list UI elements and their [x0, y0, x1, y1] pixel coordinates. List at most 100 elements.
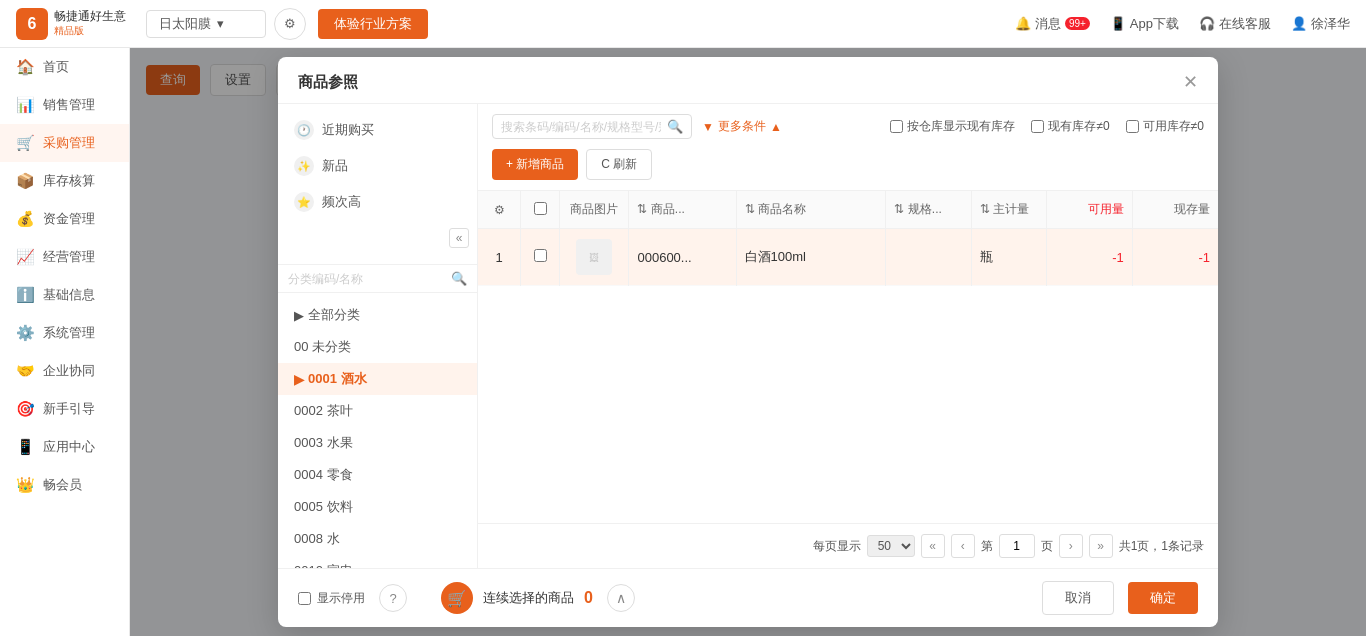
row-img: 🖼: [559, 229, 629, 286]
first-page-button[interactable]: «: [921, 534, 945, 558]
refresh-button[interactable]: C 刷新: [586, 149, 652, 180]
toolbar-right-btns: + 新增商品 C 刷新: [492, 149, 652, 180]
gear-button[interactable]: ⚙: [274, 8, 306, 40]
checkbox-warehouse[interactable]: 按仓库显示现有库存: [890, 118, 1015, 135]
inventory-icon: 📦: [16, 172, 35, 190]
more-filter-button[interactable]: ▼ 更多条件 ▲: [702, 118, 782, 135]
sidebar-item-guide[interactable]: 🎯 新手引导: [0, 390, 129, 428]
category-item-00[interactable]: 00 未分类: [278, 331, 477, 363]
sort-icon: ⇅: [745, 202, 755, 216]
category-item-all[interactable]: ▶ 全部分类: [278, 299, 477, 331]
messages-button[interactable]: 🔔 消息 99+: [1015, 15, 1090, 33]
category-item-0010[interactable]: 0010 家电: [278, 555, 477, 568]
trial-button[interactable]: 体验行业方案: [318, 9, 428, 39]
logo: 6 畅捷通好生意 精品版: [16, 8, 146, 40]
category-search-input[interactable]: [288, 272, 445, 286]
user-avatar[interactable]: 👤 徐泽华: [1291, 15, 1350, 33]
select-all-checkbox[interactable]: [534, 202, 547, 215]
modal-close-button[interactable]: ✕: [1183, 71, 1198, 93]
new-products-icon: ✨: [294, 156, 314, 176]
category-item-0001[interactable]: ▶ 0001 酒水: [278, 363, 477, 395]
product-image: 🖼: [576, 239, 612, 275]
category-item-0002[interactable]: 0002 茶叶: [278, 395, 477, 427]
sidebar-item-member[interactable]: 👑 畅会员: [0, 466, 129, 504]
col-header-available: 可用量: [1047, 191, 1133, 229]
next-page-button[interactable]: ›: [1059, 534, 1083, 558]
row-code: 000600...: [629, 229, 736, 286]
sidebar-item-system[interactable]: ⚙️ 系统管理: [0, 314, 129, 352]
recent-purchase-icon: 🕐: [294, 120, 314, 140]
chevron-down-icon: ▾: [217, 16, 224, 31]
sidebar-item-purchase[interactable]: 🛒 采购管理: [0, 124, 129, 162]
category-item-0008[interactable]: 0008 水: [278, 523, 477, 555]
col-header-unit[interactable]: ⇅ 主计量: [972, 191, 1047, 229]
collapse-left-button[interactable]: «: [449, 228, 469, 248]
app-download-button[interactable]: 📱 App下载: [1110, 15, 1179, 33]
sidebar-item-sales[interactable]: 📊 销售管理: [0, 86, 129, 124]
cart-icon: 🛒: [441, 582, 473, 614]
tab-new-products[interactable]: ✨ 新品: [278, 148, 477, 184]
filter-icon: ▼: [702, 120, 714, 134]
help-button[interactable]: ?: [379, 584, 407, 612]
system-icon: ⚙️: [16, 324, 35, 342]
add-product-button[interactable]: + 新增商品: [492, 149, 578, 180]
show-disabled-checkbox[interactable]: 显示停用: [298, 590, 365, 607]
product-search-input[interactable]: [501, 120, 661, 134]
store-selector[interactable]: 日太阳膜 ▾: [146, 10, 266, 38]
member-icon: 👑: [16, 476, 35, 494]
col-header-code[interactable]: ⇅ 商品...: [629, 191, 736, 229]
sidebar-item-inventory[interactable]: 📦 库存核算: [0, 162, 129, 200]
modal-backdrop: 商品参照 ✕ 🕐 近期购买 ✨: [130, 48, 1366, 636]
checkbox-group: 按仓库显示现有库存 现有库存≠0 可用库存≠0: [890, 118, 1204, 135]
sidebar-item-finance[interactable]: 💰 资金管理: [0, 200, 129, 238]
modal-header: 商品参照 ✕: [278, 57, 1218, 104]
col-header-name[interactable]: ⇅ 商品名称: [736, 191, 886, 229]
checkbox-available-ne0-input[interactable]: [1126, 120, 1139, 133]
last-page-button[interactable]: »: [1089, 534, 1113, 558]
sidebar-item-home[interactable]: 🏠 首页: [0, 48, 129, 86]
modal-footer: 显示停用 ? 🛒 连续选择的商品 0 ∧ 取消 确定: [278, 568, 1218, 627]
checkbox-stock-ne0-input[interactable]: [1031, 120, 1044, 133]
modal-body: 🕐 近期购买 ✨ 新品 ⭐ 频次高 «: [278, 104, 1218, 568]
service-button[interactable]: 🎧 在线客服: [1199, 15, 1271, 33]
col-header-stock: 现存量: [1132, 191, 1218, 229]
sidebar-item-enterprise[interactable]: 🤝 企业协同: [0, 352, 129, 390]
category-item-0003[interactable]: 0003 水果: [278, 427, 477, 459]
cancel-button[interactable]: 取消: [1042, 581, 1114, 615]
settings-icon[interactable]: ⚙: [494, 203, 505, 217]
chevron-up-icon: ▲: [770, 120, 782, 134]
checkbox-available-ne0[interactable]: 可用库存≠0: [1126, 118, 1204, 135]
page-size-select[interactable]: 50: [867, 535, 915, 557]
logo-icon: 6: [16, 8, 48, 40]
modal-left-panel: 🕐 近期购买 ✨ 新品 ⭐ 频次高 «: [278, 104, 478, 568]
page-number-input[interactable]: [999, 534, 1035, 558]
high-frequency-icon: ⭐: [294, 192, 314, 212]
headset-icon: 🎧: [1199, 16, 1215, 31]
footer-collapse-button[interactable]: ∧: [607, 584, 635, 612]
bell-icon: 🔔: [1015, 16, 1031, 31]
expand-icon: ▶: [294, 372, 304, 387]
category-search-icon[interactable]: 🔍: [451, 271, 467, 286]
col-header-spec[interactable]: ⇅ 规格...: [886, 191, 972, 229]
show-disabled-input[interactable]: [298, 592, 311, 605]
sidebar-item-operations[interactable]: 📈 经营管理: [0, 238, 129, 276]
confirm-button[interactable]: 确定: [1128, 582, 1198, 614]
category-item-0005[interactable]: 0005 饮料: [278, 491, 477, 523]
purchase-icon: 🛒: [16, 134, 35, 152]
navbar: 6 畅捷通好生意 精品版 日太阳膜 ▾ ⚙ 体验行业方案 🔔 消息 99+ 📱 …: [0, 0, 1366, 48]
prev-page-button[interactable]: ‹: [951, 534, 975, 558]
tab-high-frequency[interactable]: ⭐ 频次高: [278, 184, 477, 220]
row-checkbox[interactable]: [521, 229, 560, 286]
checkbox-warehouse-input[interactable]: [890, 120, 903, 133]
expand-all-icon: ▶: [294, 308, 304, 323]
checkbox-stock-ne0[interactable]: 现有库存≠0: [1031, 118, 1109, 135]
search-icon[interactable]: 🔍: [667, 119, 683, 134]
sidebar-item-appcenter[interactable]: 📱 应用中心: [0, 428, 129, 466]
basics-icon: ℹ️: [16, 286, 35, 304]
category-item-0004[interactable]: 0004 零食: [278, 459, 477, 491]
sidebar: 🏠 首页 📊 销售管理 🛒 采购管理 📦 库存核算 💰 资金管理 📈 经营管理 …: [0, 48, 130, 636]
sidebar-item-basics[interactable]: ℹ️ 基础信息: [0, 276, 129, 314]
tab-recent-purchase[interactable]: 🕐 近期购买: [278, 112, 477, 148]
col-header-num: ⚙: [478, 191, 521, 229]
table-row[interactable]: 1 🖼 000600... 白酒100ml 瓶: [478, 229, 1218, 286]
